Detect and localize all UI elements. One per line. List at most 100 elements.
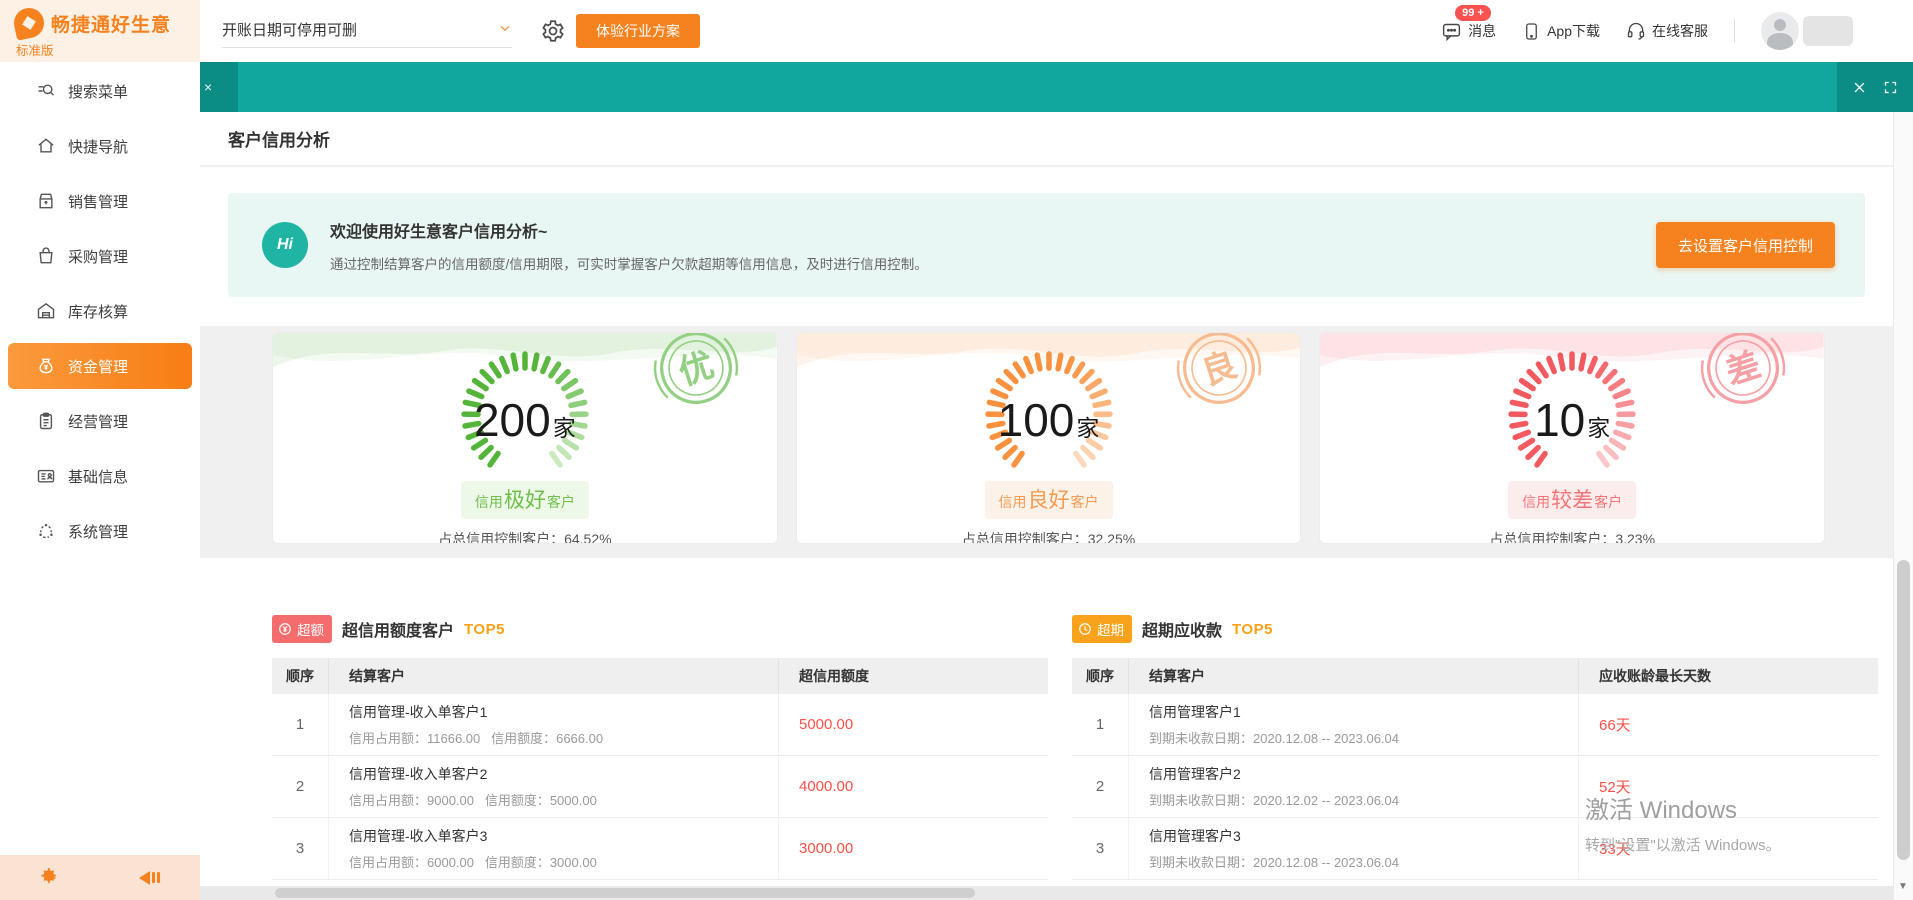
open-tabs-bar: 首页 客户信用分析 × — [0, 62, 1913, 112]
horizontal-scrollbar-thumb[interactable] — [275, 888, 975, 898]
top5-label: TOP5 — [464, 620, 505, 638]
customer-count: 100家 — [997, 394, 1100, 447]
settings-gear-icon[interactable] — [540, 18, 566, 44]
online-service-button[interactable]: 在线客服 — [1626, 21, 1708, 41]
sidebar-item-system[interactable]: 系统管理 — [8, 508, 192, 554]
brand-logo-icon — [11, 5, 47, 41]
seal-stamp-poor: 差 — [1681, 333, 1804, 430]
phone-icon — [1526, 22, 1537, 40]
dots-circle-icon — [39, 523, 53, 539]
online-service-label: 在线客服 — [1652, 23, 1708, 39]
credit-level-badge: 信用 极好 客户 — [460, 481, 589, 519]
account-set-select[interactable]: 开账日期可停用可删 — [222, 12, 512, 48]
welcome-banner: Hi 欢迎使用好生意客户信用分析~ 通过控制结算客户的信用额度/信用期限，可实时… — [228, 193, 1865, 297]
tables-panel: 超额 超信用额度客户 TOP5 顺序 结算客户 超信用额度 1 信用管理-收入单… — [200, 558, 1893, 886]
shop-icon — [39, 193, 53, 209]
sidebar-item-operations[interactable]: 经营管理 — [8, 398, 192, 444]
scroll-down-arrow-icon[interactable]: ▼ — [1898, 881, 1908, 892]
welcome-subtitle: 通过控制结算客户的信用额度/信用期限，可实时掌握客户欠款超期等信用信息，及时进行… — [330, 256, 928, 272]
overdue-receivables-table-section: 超期 超期应收款 TOP5 顺序 结算客户 应收账龄最长天数 1 信用管理客户1… — [1072, 614, 1878, 880]
share-of-total: 占总信用控制客户：3.23% — [1489, 531, 1656, 544]
table-row[interactable]: 3 信用管理客户3 到期未收款日期：2020.12.08 -- 2023.06.0… — [1072, 818, 1878, 880]
shopping-bag-icon — [39, 247, 53, 264]
collapse-sidebar-icon[interactable] — [139, 870, 160, 885]
sidebar-nav: 搜索菜单 快捷导航 销售管理 采购管理 库存核算 资金管理 经营管理 基础信息 — [0, 62, 200, 855]
welcome-panel: Hi 欢迎使用好生意客户信用分析~ 通过控制结算客户的信用额度/信用期限，可实时… — [200, 167, 1893, 326]
account-set-value: 开账日期可停用可删 — [222, 22, 358, 39]
sidebar-item-funds[interactable]: 资金管理 — [8, 343, 192, 389]
close-all-icon[interactable] — [1852, 80, 1867, 95]
customer-count: 200家 — [473, 394, 576, 447]
money-bag-icon — [39, 358, 53, 374]
customer-count: 10家 — [1534, 394, 1611, 447]
headset-icon — [1627, 22, 1645, 40]
credit-level-badge: 信用 良好 客户 — [984, 481, 1113, 519]
overdue-badge: 超期 — [1072, 615, 1132, 643]
top5-label: TOP5 — [1232, 620, 1273, 638]
id-card-icon — [37, 469, 55, 483]
svg-text:差: 差 — [1721, 346, 1765, 393]
username-placeholder — [1803, 16, 1853, 46]
header-divider — [1734, 19, 1735, 43]
stat-card-good: 良 100家 信用 良好 客户 占总信用控制客户：32.25% — [795, 332, 1302, 544]
sidebar-item-sales[interactable]: 销售管理 — [8, 178, 192, 224]
app-logo: 畅捷通好生意 标准版 — [0, 0, 200, 62]
share-of-total: 占总信用控制客户：64.52% — [438, 531, 612, 544]
trial-industry-plan-button[interactable]: 体验行业方案 — [576, 14, 700, 48]
avatar — [1761, 12, 1799, 50]
page-title-bar: 客户信用分析 — [200, 112, 1893, 166]
seal-stamp-good: 良 — [1158, 333, 1281, 430]
top-header-bar: 畅捷通好生意 标准版 开账日期可停用可删 体验行业方案 99 + 消息 App下… — [0, 0, 1913, 62]
sidebar-item-purchase[interactable]: 采购管理 — [8, 233, 192, 279]
hi-icon: Hi — [262, 222, 308, 268]
tab-close-icon[interactable]: × — [204, 79, 212, 95]
table-header-row: 顺序 结算客户 超信用额度 — [272, 658, 1048, 694]
table-row[interactable]: 1 信用管理-收入单客户1 信用占用额：11666.00 信用额度：6666.00… — [272, 694, 1048, 756]
home-icon — [38, 138, 54, 153]
vertical-scrollbar-thumb[interactable] — [1897, 560, 1910, 860]
messages-button[interactable]: 99 + 消息 — [1441, 4, 1497, 42]
brand-name: 畅捷通好生意 — [51, 14, 172, 36]
yen-coin-icon — [279, 623, 291, 635]
chevron-down-icon — [498, 21, 512, 38]
credit-level-badge: 信用 较差 客户 — [1508, 481, 1637, 519]
app-download-button[interactable]: App下载 — [1522, 21, 1600, 41]
edition-label: 标准版 — [16, 44, 54, 58]
footer-gear-icon[interactable] — [38, 867, 58, 888]
sidebar-item-inventory[interactable]: 库存核算 — [8, 288, 192, 334]
table-row[interactable]: 2 信用管理客户2 到期未收款日期：2020.12.02 -- 2023.06.0… — [1072, 756, 1878, 818]
message-bubble-icon — [1443, 23, 1461, 41]
user-account-menu[interactable] — [1761, 12, 1853, 50]
table-row[interactable]: 2 信用管理-收入单客户2 信用占用额：9000.00 信用额度：5000.00 … — [272, 756, 1048, 818]
table-title: 超信用额度客户 — [342, 623, 455, 640]
clock-icon — [1079, 623, 1091, 635]
stat-card-excellent: 优 200家 信用 极好 客户 占总信用控制客户：64.52% — [272, 332, 778, 544]
table-row[interactable]: 3 信用管理-收入单客户3 信用占用额：6000.00 信用额度：3000.00 … — [272, 818, 1048, 880]
messages-label: 消息 — [1468, 23, 1497, 39]
page-title: 客户信用分析 — [228, 131, 330, 150]
credit-stat-cards: 优 200家 信用 极好 客户 占总信用控制客户：64.52% 良 100家 信… — [272, 332, 1826, 544]
main-content: 客户信用分析 Hi 欢迎使用好生意客户信用分析~ 通过控制结算客户的信用额度/信… — [200, 112, 1893, 900]
svg-text:良: 良 — [1197, 345, 1242, 393]
table-row[interactable]: 1 信用管理客户1 到期未收款日期：2020.12.08 -- 2023.06.0… — [1072, 694, 1878, 756]
horizontal-scrollbar[interactable] — [200, 886, 1893, 900]
clipboard-icon — [39, 412, 53, 430]
vertical-scrollbar[interactable]: ▼ — [1893, 112, 1913, 900]
app-download-label: App下载 — [1547, 23, 1600, 39]
over-limit-badge: 超额 — [272, 615, 332, 643]
setup-credit-control-button[interactable]: 去设置客户信用控制 — [1655, 222, 1835, 268]
sidebar-footer — [0, 855, 200, 900]
sidebar-item-search-menu[interactable]: 搜索菜单 — [8, 68, 192, 114]
share-of-total: 占总信用控制客户：32.25% — [961, 531, 1136, 544]
welcome-title: 欢迎使用好生意客户信用分析~ — [330, 223, 548, 241]
over-credit-table-section: 超额 超信用额度客户 TOP5 顺序 结算客户 超信用额度 1 信用管理-收入单… — [272, 614, 1048, 880]
stat-card-poor: 差 10家 信用 较差 客户 占总信用控制客户：3.23% — [1319, 332, 1826, 544]
table-header-row: 顺序 结算客户 应收账龄最长天数 — [1072, 658, 1878, 694]
messages-count-badge: 99 + — [1455, 4, 1491, 21]
warehouse-icon — [37, 303, 55, 319]
sidebar-item-basic-info[interactable]: 基础信息 — [8, 453, 192, 499]
table-title: 超期应收款 — [1142, 623, 1223, 640]
fullscreen-icon[interactable] — [1883, 80, 1898, 95]
search-menu-icon — [38, 84, 55, 96]
sidebar-item-quick-nav[interactable]: 快捷导航 — [8, 123, 192, 169]
